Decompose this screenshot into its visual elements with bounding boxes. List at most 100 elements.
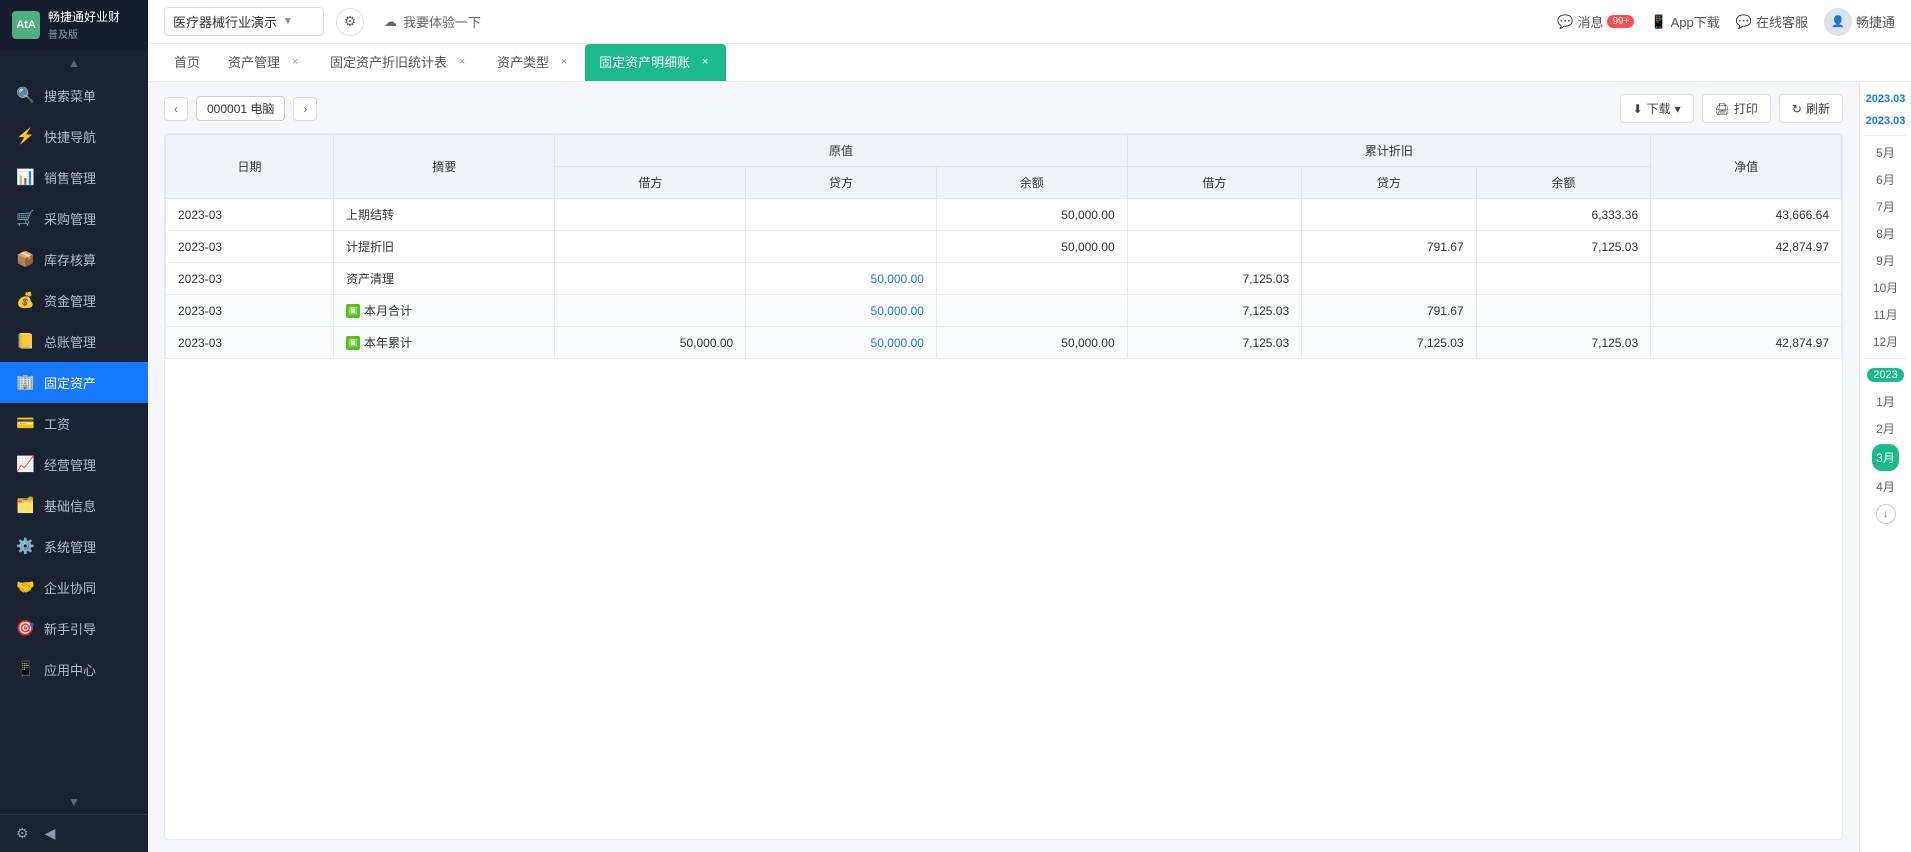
messages-label: 消息 [1577,12,1603,31]
tab-close-icon[interactable]: × [455,55,469,69]
sidebar-item-payroll[interactable]: 💳 工资 [0,403,148,444]
inventory-icon: 📦 [16,250,34,268]
purchase-icon: 🛒 [16,209,34,227]
col-accum-debit: 借方 [1127,167,1302,199]
quick-nav-icon: ⚡ [16,127,34,145]
sidebar-scroll-down[interactable]: ▼ [0,790,148,814]
app-center-icon: 📱 [16,660,34,678]
nav-next-button[interactable]: › [293,97,317,121]
col-accum-depreciation: 累计折旧 [1127,135,1651,167]
tab-close-icon[interactable]: × [557,55,571,69]
payroll-icon: 💳 [16,414,34,432]
service-icon: 💬 [1736,14,1752,30]
search-icon: 🔍 [16,86,34,104]
sidebar-item-guide[interactable]: 🎯 新手引导 [0,608,148,649]
cell-summary: 上期结转 [334,199,555,231]
online-service-button[interactable]: 💬 在线客服 [1736,12,1808,31]
cell-accum-credit: 791.67 [1302,295,1477,327]
sidebar-scroll-up[interactable]: ▲ [0,51,148,75]
rs-month-2[interactable]: 2月 [1860,415,1911,442]
sidebar-item-funds[interactable]: 💰 资金管理 [0,280,148,321]
settings-icon[interactable]: ⚙ [16,825,29,842]
sidebar-item-label: 库存核算 [44,250,96,269]
cell-accum-debit [1127,231,1302,263]
rs-month-3-active[interactable]: 3月 [1872,444,1899,471]
sidebar-item-quick-nav[interactable]: ⚡ 快捷导航 [0,116,148,157]
sidebar-bottom: ⚙ ◀ [0,814,148,852]
enterprise-icon: 🤝 [16,578,34,596]
topbar-right: 💬 消息 99+ 📱 App下载 💬 在线客服 👤 畅捷通 [1557,8,1895,36]
download-button[interactable]: ⬇ 下载 ▾ [1620,94,1694,123]
sidebar-menu: 🔍 搜索菜单 ⚡ 快捷导航 📊 销售管理 🛒 采购管理 📦 库存核算 💰 资金管… [0,75,148,790]
cell-summary: ▣本月合计 [334,295,555,327]
tab-label: 固定资产明细账 [599,52,690,71]
sidebar-item-purchase[interactable]: 🛒 采购管理 [0,198,148,239]
cell-accum-balance: 6,333.36 [1476,199,1651,231]
sidebar-item-sales[interactable]: 📊 销售管理 [0,157,148,198]
sidebar-item-operations[interactable]: 📈 经营管理 [0,444,148,485]
print-button[interactable]: 🖨 打印 [1702,94,1771,123]
rs-scroll-down[interactable]: ↓ [1876,504,1896,524]
tab-close-icon[interactable]: × [288,55,302,69]
cell-accum-debit: 7,125.03 [1127,263,1302,295]
cell-orig-balance: 50,000.00 [936,199,1127,231]
cell-date: 2023-03 [166,231,334,263]
experience-button[interactable]: ☁ 我要体验一下 [384,12,481,31]
cell-accum-credit [1302,199,1477,231]
cell-accum-debit: 7,125.03 [1127,295,1302,327]
nav-prev-button[interactable]: ‹ [164,97,188,121]
rs-month-6[interactable]: 6月 [1860,166,1911,193]
sidebar-item-fixed-assets[interactable]: 🏢 固定资产 [0,362,148,403]
tab-asset-mgmt[interactable]: 资产管理 × [214,44,316,81]
refresh-button[interactable]: ↻ 刷新 [1779,94,1843,123]
rs-month-5[interactable]: 5月 [1860,139,1911,166]
rs-divider-mid [1865,358,1906,359]
company-selector[interactable]: 医疗器械行业演示 ▼ [164,7,324,36]
app-download-button[interactable]: 📱 App下载 [1650,12,1719,31]
rs-month-4[interactable]: 4月 [1860,473,1911,500]
sidebar-item-system[interactable]: ⚙️ 系统管理 [0,526,148,567]
cell-net-value: 42,874.97 [1651,231,1842,263]
rs-month-8[interactable]: 8月 [1860,220,1911,247]
rs-month-12[interactable]: 12月 [1860,328,1911,355]
rs-month-7[interactable]: 7月 [1860,193,1911,220]
rs-month-1[interactable]: 1月 [1860,388,1911,415]
tab-depreciation-table[interactable]: 固定资产折旧统计表 × [316,44,483,81]
cell-accum-balance [1476,295,1651,327]
messages-button[interactable]: 💬 消息 99+ [1557,12,1634,31]
cell-accum-credit: 7,125.03 [1302,327,1477,359]
collapse-icon[interactable]: ◀ [45,825,56,842]
sidebar-item-app-center[interactable]: 📱 应用中心 [0,649,148,690]
sidebar-item-inventory[interactable]: 📦 库存核算 [0,239,148,280]
sidebar-item-label: 基础信息 [44,496,96,515]
sidebar-item-ledger[interactable]: 📒 总账管理 [0,321,148,362]
sidebar-item-enterprise[interactable]: 🤝 企业协同 [0,567,148,608]
sidebar-logo: AtA 畅捷通好业财 普及版 [0,0,148,51]
rs-top-year[interactable]: 2023.03 [1860,88,1911,110]
rs-month-10[interactable]: 10月 [1860,274,1911,301]
print-icon: 🖨 [1715,102,1730,116]
sidebar-item-label: 采购管理 [44,209,96,228]
sidebar-item-basic-info[interactable]: 🗂️ 基础信息 [0,485,148,526]
user-profile[interactable]: 👤 畅捷通 [1824,8,1895,36]
tab-close-icon[interactable]: × [698,55,712,69]
sidebar-item-search[interactable]: 🔍 搜索菜单 [0,75,148,116]
cell-accum-debit [1127,199,1302,231]
settings-button[interactable]: ⚙ [336,8,364,36]
sidebar-item-label: 系统管理 [44,537,96,556]
experience-icon: ☁ [384,14,397,30]
tab-home[interactable]: 首页 [160,44,214,81]
col-accum-balance: 余额 [1476,167,1651,199]
cell-summary: ▣本年累计 [334,327,555,359]
sidebar-item-label: 新手引导 [44,619,96,638]
rs-month-11[interactable]: 11月 [1860,301,1911,328]
tab-asset-type[interactable]: 资产类型 × [483,44,585,81]
cell-orig-balance: 50,000.00 [936,231,1127,263]
sidebar-item-label: 应用中心 [44,660,96,679]
rs-top-month[interactable]: 2023.03 [1860,110,1911,132]
tab-asset-detail[interactable]: 固定资产明细账 × [585,44,726,81]
logo-icon: AtA [12,11,40,39]
sidebar-item-label: 快捷导航 [44,127,96,146]
download-label: 下载 [1647,100,1671,117]
rs-month-9[interactable]: 9月 [1860,247,1911,274]
